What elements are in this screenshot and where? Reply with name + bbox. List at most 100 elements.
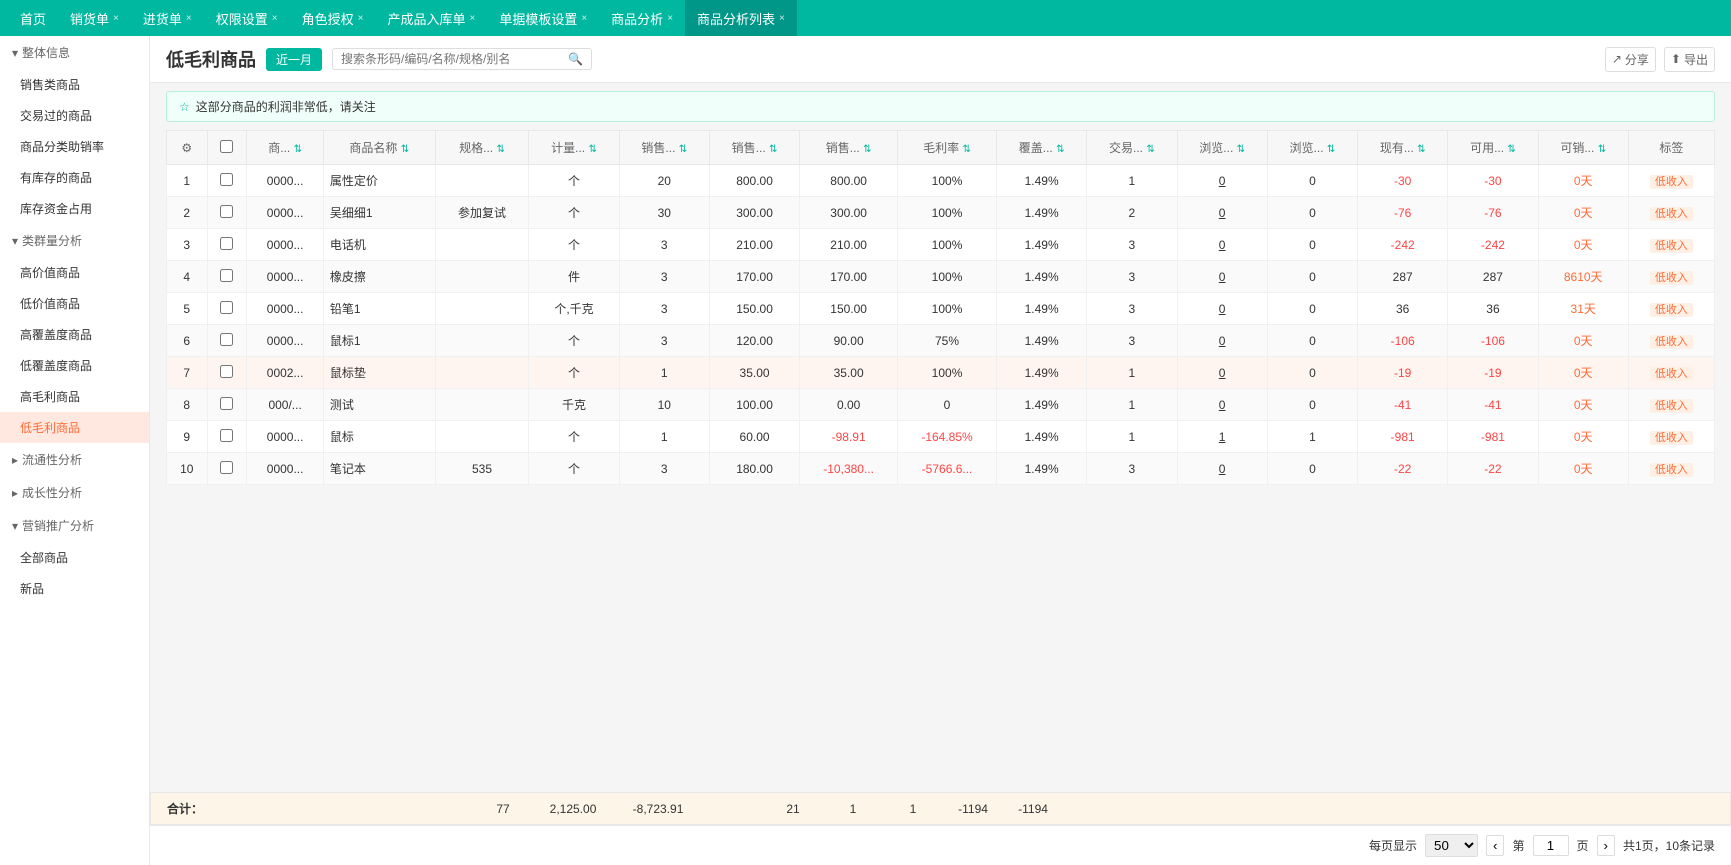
- th-stock1[interactable]: 现有... ⇅: [1358, 131, 1448, 165]
- th-tag[interactable]: 标签: [1628, 131, 1714, 165]
- export-button[interactable]: ⬆ 导出: [1664, 47, 1715, 72]
- th-sale3[interactable]: 销售... ⇅: [800, 131, 898, 165]
- nav-item-permission[interactable]: 权限设置 ×: [204, 0, 290, 36]
- row-select-checkbox[interactable]: [220, 173, 233, 186]
- sidebar-item-high-value[interactable]: 高价值商品: [0, 257, 149, 288]
- th-gross[interactable]: 毛利率 ⇅: [898, 131, 997, 165]
- row-name[interactable]: 电话机: [323, 229, 435, 261]
- sidebar-item-stock-capital[interactable]: 库存资金占用: [0, 193, 149, 224]
- th-browse1[interactable]: 浏览... ⇅: [1177, 131, 1267, 165]
- row-name[interactable]: 笔记本: [323, 453, 435, 485]
- nav-item-purchase[interactable]: 进货单 ×: [131, 0, 204, 36]
- nav-item-product-stock[interactable]: 产成品入库单 ×: [375, 0, 487, 36]
- row-select-checkbox[interactable]: [220, 237, 233, 250]
- row-browse1[interactable]: 1: [1177, 421, 1267, 453]
- filter-button[interactable]: 近一月: [266, 48, 322, 71]
- row-browse1[interactable]: 0: [1177, 357, 1267, 389]
- th-margin[interactable]: 覆盖... ⇅: [996, 131, 1086, 165]
- row-select-checkbox[interactable]: [220, 429, 233, 442]
- row-name[interactable]: 鼠标垫: [323, 357, 435, 389]
- row-browse1[interactable]: 0: [1177, 229, 1267, 261]
- nav-item-analysis[interactable]: 商品分析 ×: [599, 0, 685, 36]
- close-icon[interactable]: ×: [272, 13, 278, 24]
- row-name[interactable]: 鼠标1: [323, 325, 435, 357]
- close-icon[interactable]: ×: [113, 13, 119, 24]
- nav-item-analysis-list[interactable]: 商品分析列表 ×: [685, 0, 797, 36]
- sidebar-item-low-coverage[interactable]: 低覆盖度商品: [0, 350, 149, 381]
- row-checkbox[interactable]: [207, 261, 247, 293]
- row-browse1[interactable]: 0: [1177, 197, 1267, 229]
- sidebar-item-high-coverage[interactable]: 高覆盖度商品: [0, 319, 149, 350]
- sidebar-group-flow[interactable]: ▸ 流通性分析: [0, 443, 149, 476]
- next-page-button[interactable]: ›: [1597, 835, 1615, 856]
- row-checkbox[interactable]: [207, 421, 247, 453]
- row-checkbox[interactable]: [207, 325, 247, 357]
- th-stock2[interactable]: 可用... ⇅: [1448, 131, 1538, 165]
- select-all-checkbox[interactable]: [220, 140, 233, 153]
- sidebar-item-low-value[interactable]: 低价值商品: [0, 288, 149, 319]
- th-coverage[interactable]: 交易... ⇅: [1087, 131, 1177, 165]
- row-checkbox[interactable]: [207, 389, 247, 421]
- sidebar-item-low-margin[interactable]: 低毛利商品: [0, 412, 149, 443]
- row-select-checkbox[interactable]: [220, 397, 233, 410]
- nav-item-sales[interactable]: 销货单 ×: [58, 0, 131, 36]
- sidebar-item-new-goods[interactable]: 新品: [0, 573, 149, 604]
- th-checkbox[interactable]: [207, 131, 247, 165]
- per-page-select[interactable]: 50 20 100: [1425, 834, 1478, 857]
- th-browse2[interactable]: 浏览... ⇅: [1267, 131, 1357, 165]
- row-select-checkbox[interactable]: [220, 333, 233, 346]
- row-checkbox[interactable]: [207, 229, 247, 261]
- sidebar-group-cluster[interactable]: ▾ 类群量分析: [0, 224, 149, 257]
- row-name[interactable]: 橡皮擦: [323, 261, 435, 293]
- close-icon[interactable]: ×: [779, 13, 785, 24]
- th-settings[interactable]: ⚙: [167, 131, 208, 165]
- row-checkbox[interactable]: [207, 165, 247, 197]
- row-select-checkbox[interactable]: [220, 365, 233, 378]
- th-unit[interactable]: 计量... ⇅: [529, 131, 619, 165]
- close-icon[interactable]: ×: [358, 13, 364, 24]
- row-browse1[interactable]: 0: [1177, 293, 1267, 325]
- row-select-checkbox[interactable]: [220, 269, 233, 282]
- th-sale1[interactable]: 销售... ⇅: [619, 131, 709, 165]
- row-name[interactable]: 吴细细1: [323, 197, 435, 229]
- row-name[interactable]: 测试: [323, 389, 435, 421]
- nav-item-template[interactable]: 单据模板设置 ×: [487, 0, 599, 36]
- row-checkbox[interactable]: [207, 293, 247, 325]
- row-select-checkbox[interactable]: [220, 461, 233, 474]
- th-spec[interactable]: 规格... ⇅: [435, 131, 529, 165]
- close-icon[interactable]: ×: [581, 13, 587, 24]
- search-input[interactable]: [341, 52, 568, 66]
- prev-page-button[interactable]: ‹: [1486, 835, 1504, 856]
- th-name[interactable]: 商品名称 ⇅: [323, 131, 435, 165]
- sidebar-group-marketing[interactable]: ▾ 营销推广分析: [0, 509, 149, 542]
- sidebar-item-all-goods[interactable]: 全部商品: [0, 542, 149, 573]
- sidebar-item-sales-goods[interactable]: 销售类商品: [0, 69, 149, 100]
- th-sale2[interactable]: 销售... ⇅: [709, 131, 799, 165]
- nav-item-home[interactable]: 首页: [8, 0, 58, 36]
- row-select-checkbox[interactable]: [220, 301, 233, 314]
- row-browse1[interactable]: 0: [1177, 261, 1267, 293]
- row-checkbox[interactable]: [207, 197, 247, 229]
- row-name[interactable]: 铅笔1: [323, 293, 435, 325]
- close-icon[interactable]: ×: [469, 13, 475, 24]
- sidebar-item-traded-goods[interactable]: 交易过的商品: [0, 100, 149, 131]
- sidebar-group-growth[interactable]: ▸ 成长性分析: [0, 476, 149, 509]
- close-icon[interactable]: ×: [667, 13, 673, 24]
- row-browse1[interactable]: 0: [1177, 165, 1267, 197]
- th-code[interactable]: 商... ⇅: [247, 131, 323, 165]
- nav-item-role[interactable]: 角色授权 ×: [290, 0, 376, 36]
- share-button[interactable]: ↗ 分享: [1605, 47, 1656, 72]
- row-name[interactable]: 鼠标: [323, 421, 435, 453]
- sidebar-item-category-rate[interactable]: 商品分类助销率: [0, 131, 149, 162]
- close-icon[interactable]: ×: [186, 13, 192, 24]
- sidebar-item-in-stock[interactable]: 有库存的商品: [0, 162, 149, 193]
- row-browse1[interactable]: 0: [1177, 325, 1267, 357]
- row-name[interactable]: 属性定价: [323, 165, 435, 197]
- th-stock3[interactable]: 可销... ⇅: [1538, 131, 1628, 165]
- row-browse1[interactable]: 0: [1177, 389, 1267, 421]
- row-browse1[interactable]: 0: [1177, 453, 1267, 485]
- table-wrapper[interactable]: ⚙ 商... ⇅ 商品名称 ⇅ 规格... ⇅ 计量... ⇅ 销售... ⇅ …: [150, 130, 1731, 792]
- row-checkbox[interactable]: [207, 453, 247, 485]
- search-icon[interactable]: 🔍: [568, 52, 583, 66]
- sidebar-group-overall[interactable]: ▾ 整体信息: [0, 36, 149, 69]
